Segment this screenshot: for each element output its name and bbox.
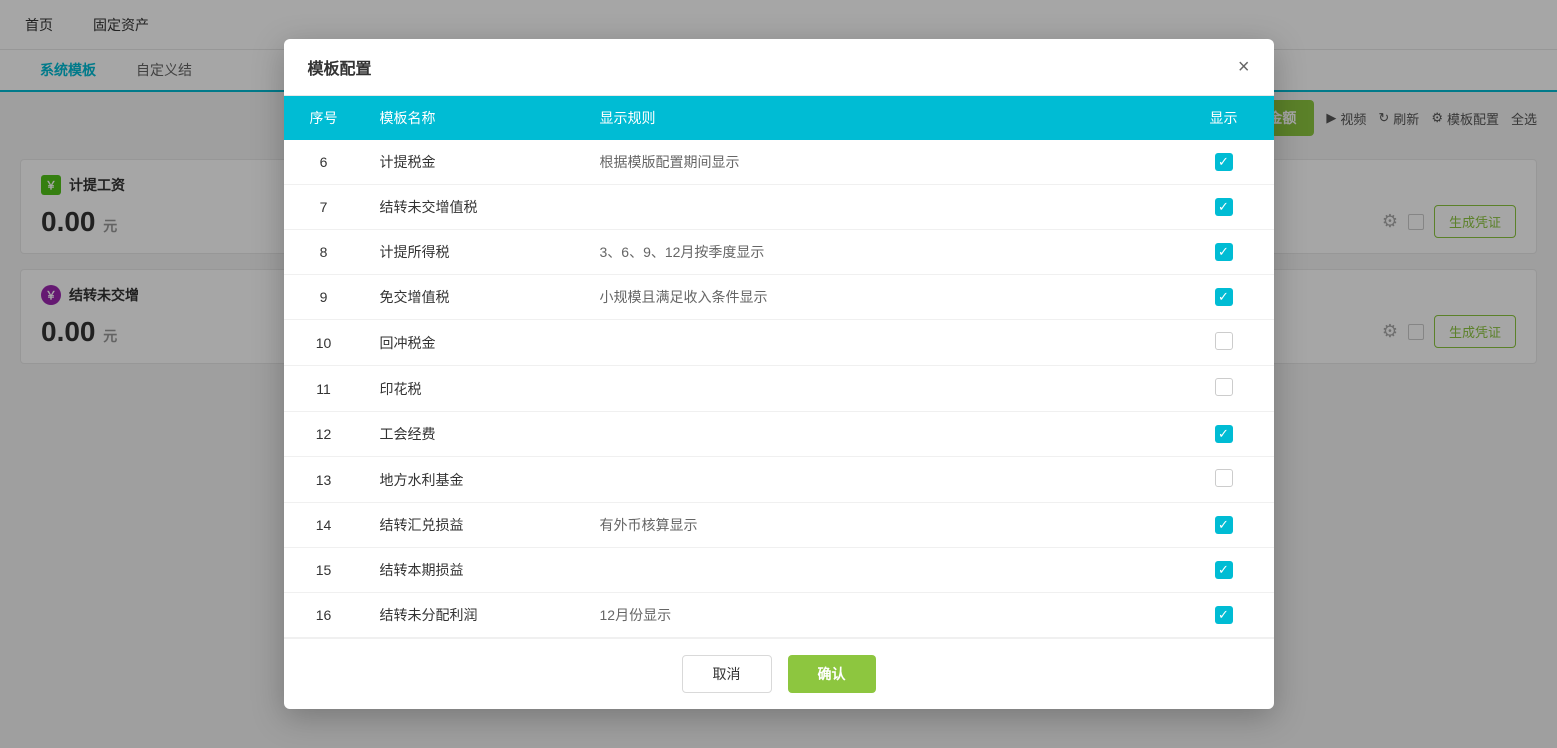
table-row: 12工会经费 ✓ [284, 412, 1274, 457]
cell-rule: 12月份显示 [584, 593, 1174, 638]
cell-checkbox: ✓ [1174, 593, 1274, 638]
cell-name: 计提税金 [364, 140, 584, 185]
checkbox-15[interactable]: ✓ [1215, 561, 1233, 579]
modal-template-config: 模板配置 × 序号 模板名称 显示规则 显示 6计提税金根据模版配置期间显 [284, 39, 1274, 709]
checkbox-12[interactable]: ✓ [1215, 425, 1233, 443]
cell-rule: 有外币核算显示 [584, 503, 1174, 548]
cell-checkbox [1174, 457, 1274, 503]
table-row: 14结转汇兑损益有外币核算显示 ✓ [284, 503, 1274, 548]
cell-name: 结转本期损益 [364, 548, 584, 593]
cell-name: 地方水利基金 [364, 457, 584, 503]
cell-checkbox [1174, 366, 1274, 412]
config-table: 序号 模板名称 显示规则 显示 6计提税金根据模版配置期间显示✓7结转未交增值税… [284, 96, 1274, 638]
cell-index: 15 [284, 548, 364, 593]
cell-name: 工会经费 [364, 412, 584, 457]
table-wrapper[interactable]: 序号 模板名称 显示规则 显示 6计提税金根据模版配置期间显示✓7结转未交增值税… [284, 96, 1274, 638]
cell-rule: 根据模版配置期间显示 [584, 140, 1174, 185]
cell-index: 8 [284, 230, 364, 275]
cell-name: 结转汇兑损益 [364, 503, 584, 548]
cell-rule: 3、6、9、12月按季度显示 [584, 230, 1174, 275]
table-row: 9免交增值税小规模且满足收入条件显示 ✓ [284, 275, 1274, 320]
modal-close-btn[interactable]: × [1238, 57, 1250, 77]
col-header-index: 序号 [284, 96, 364, 140]
cell-index: 6 [284, 140, 364, 185]
checkbox-10[interactable] [1215, 332, 1233, 350]
cell-checkbox: ✓ [1174, 230, 1274, 275]
cell-name: 回冲税金 [364, 320, 584, 366]
cell-rule [584, 185, 1174, 230]
cell-name: 印花税 [364, 366, 584, 412]
cell-checkbox [1174, 320, 1274, 366]
checkbox-6[interactable]: ✓ [1215, 153, 1233, 171]
checkbox-8[interactable]: ✓ [1215, 243, 1233, 261]
table-row: 16结转未分配利润12月份显示 ✓ [284, 593, 1274, 638]
col-header-rule: 显示规则 [584, 96, 1174, 140]
table-row: 15结转本期损益 ✓ [284, 548, 1274, 593]
table-row: 7结转未交增值税 ✓ [284, 185, 1274, 230]
cell-rule [584, 412, 1174, 457]
cell-index: 10 [284, 320, 364, 366]
table-row: 8计提所得税3、6、9、12月按季度显示 ✓ [284, 230, 1274, 275]
modal-body: 序号 模板名称 显示规则 显示 6计提税金根据模版配置期间显示✓7结转未交增值税… [284, 96, 1274, 638]
cell-checkbox: ✓ [1174, 548, 1274, 593]
cancel-btn[interactable]: 取消 [682, 655, 772, 693]
cell-checkbox: ✓ [1174, 185, 1274, 230]
cell-name: 结转未分配利润 [364, 593, 584, 638]
table-row: 13地方水利基金 [284, 457, 1274, 503]
cell-index: 7 [284, 185, 364, 230]
cell-name: 结转未交增值税 [364, 185, 584, 230]
col-header-name: 模板名称 [364, 96, 584, 140]
cell-checkbox: ✓ [1174, 503, 1274, 548]
cell-checkbox: ✓ [1174, 140, 1274, 185]
checkbox-11[interactable] [1215, 378, 1233, 396]
cell-index: 13 [284, 457, 364, 503]
confirm-btn[interactable]: 确认 [788, 655, 876, 693]
table-row: 11印花税 [284, 366, 1274, 412]
checkbox-13[interactable] [1215, 469, 1233, 487]
checkbox-16[interactable]: ✓ [1215, 606, 1233, 624]
cell-index: 12 [284, 412, 364, 457]
cell-index: 14 [284, 503, 364, 548]
cell-index: 16 [284, 593, 364, 638]
cell-rule [584, 366, 1174, 412]
modal-footer: 取消 确认 [284, 638, 1274, 709]
cell-rule [584, 320, 1174, 366]
cell-index: 11 [284, 366, 364, 412]
checkbox-7[interactable]: ✓ [1215, 198, 1233, 216]
table-row: 10回冲税金 [284, 320, 1274, 366]
cell-index: 9 [284, 275, 364, 320]
modal-header: 模板配置 × [284, 39, 1274, 96]
cell-rule: 小规模且满足收入条件显示 [584, 275, 1174, 320]
modal-title: 模板配置 [308, 55, 372, 79]
checkbox-14[interactable]: ✓ [1215, 516, 1233, 534]
checkbox-9[interactable]: ✓ [1215, 288, 1233, 306]
cell-rule [584, 548, 1174, 593]
cell-name: 计提所得税 [364, 230, 584, 275]
cell-checkbox: ✓ [1174, 275, 1274, 320]
cell-checkbox: ✓ [1174, 412, 1274, 457]
col-header-show: 显示 [1174, 96, 1274, 140]
modal-overlay: 模板配置 × 序号 模板名称 显示规则 显示 6计提税金根据模版配置期间显 [0, 0, 1557, 748]
cell-rule [584, 457, 1174, 503]
cell-name: 免交增值税 [364, 275, 584, 320]
table-row: 6计提税金根据模版配置期间显示 ✓ [284, 140, 1274, 185]
